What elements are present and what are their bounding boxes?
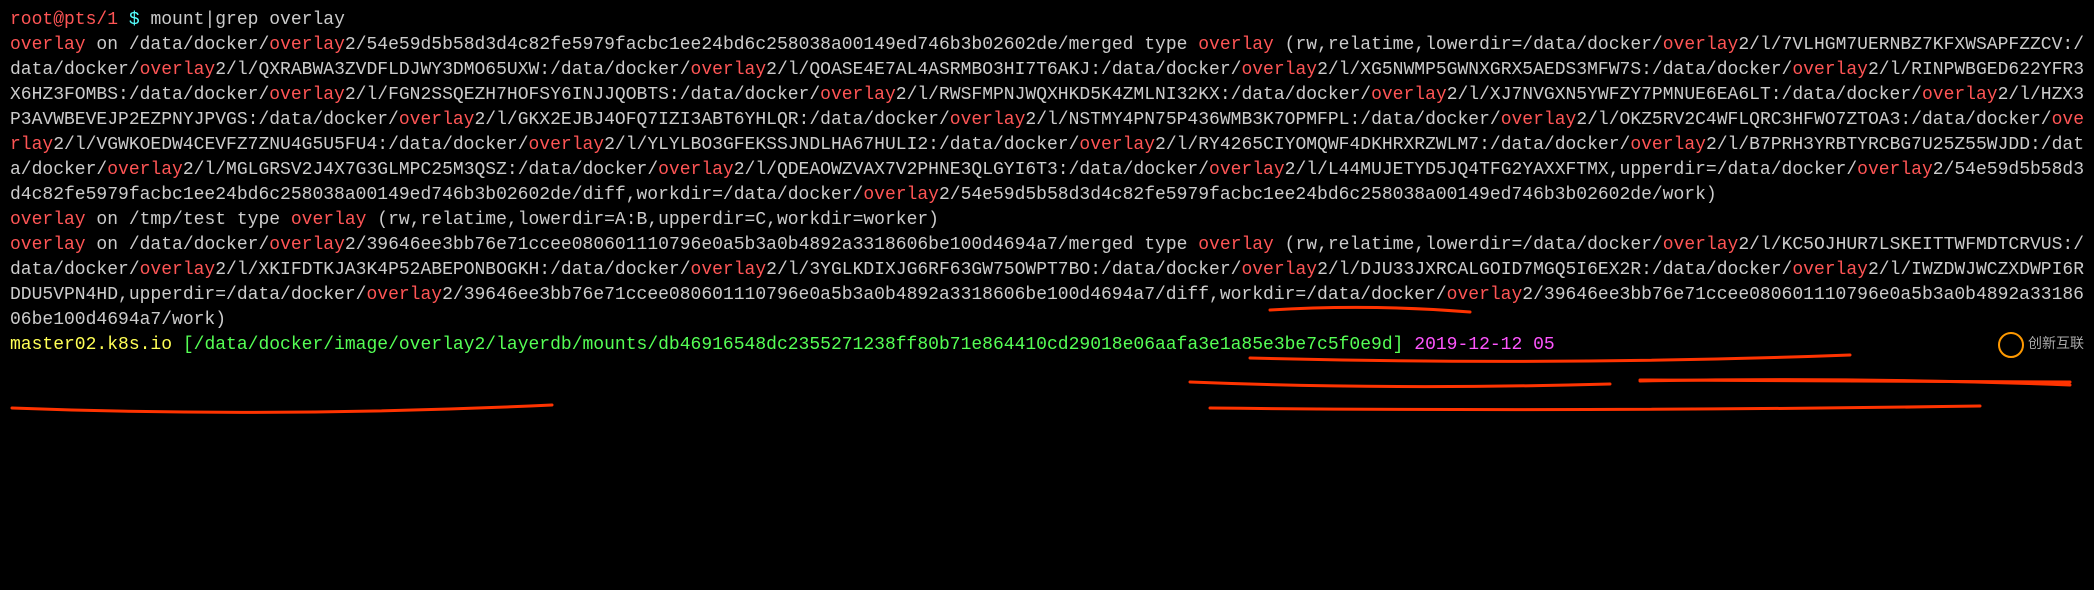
mount-text: (rw,relatime,lowerdir=/data/docker/ xyxy=(1274,235,1663,255)
grep-match: overlay xyxy=(1857,160,1933,180)
mount-text: 2/39646ee3bb76e71ccee080601110796e0a5b3a… xyxy=(345,235,1198,255)
prompt-timestamp: 2019-12-12 05 xyxy=(1414,335,1554,355)
mount-text: 2/l/FGN2SSQEZH7HOFSY6INJJQOBTS:/data/doc… xyxy=(345,85,820,105)
grep-match: overlay xyxy=(140,260,216,280)
grep-match: overlay xyxy=(269,35,345,55)
mount-text: 2/l/3YGLKDIXJG6RF63GW75OWPT7BO:/data/doc… xyxy=(766,260,1241,280)
grep-match: overlay xyxy=(691,260,767,280)
grep-match: overlay xyxy=(1663,35,1739,55)
grep-match: overlay xyxy=(366,285,442,305)
mount-text: 2/l/MGLGRSV2J4X7G3GLMPC25M3QSZ:/data/doc… xyxy=(183,160,658,180)
mount-text: 2/54e59d5b58d3d4c82fe5979facbc1ee24bd6c2… xyxy=(345,35,1198,55)
mount-text: 2/l/XG5NWMP5GWNXGRX5AEDS3MFW7S:/data/doc… xyxy=(1317,60,1792,80)
mount-text: (rw,relatime,lowerdir=A:B,upperdir=C,wor… xyxy=(366,210,939,230)
terminal-output[interactable]: root@pts/1 $ mount|grep overlay overlay … xyxy=(10,8,2084,358)
prompt-user: root@pts/1 xyxy=(10,10,118,30)
grep-match: overlay xyxy=(1079,135,1155,155)
grep-match: overlay xyxy=(658,160,734,180)
mount-text: 2/l/NSTMY4PN75P436WMB3K7OPMFPL:/data/doc… xyxy=(1025,110,1500,130)
mount-text: 2/l/XJ7NVGXN5YWFZY7PMNUE6EA6LT:/data/doc… xyxy=(1447,85,1922,105)
grep-match: overlay xyxy=(1241,60,1317,80)
mount-text: 2/l/VGWKOEDW4CEVFZ7ZNU4G5U5FU4:/data/doc… xyxy=(53,135,528,155)
mount-text: 2/l/DJU33JXRCALGOID7MGQ5I6EX2R:/data/doc… xyxy=(1317,260,1792,280)
prompt-command: mount|grep overlay xyxy=(150,10,344,30)
mount-text: on /data/docker/ xyxy=(86,235,270,255)
grep-match: overlay xyxy=(1209,160,1285,180)
mount-text: (rw,relatime,lowerdir=/data/docker/ xyxy=(1274,35,1663,55)
mount-text: 2/l/QDEAOWZVAX7V2PHNE3QLGYI6T3:/data/doc… xyxy=(734,160,1209,180)
mount-text: 2/l/YLYLBO3GFEKSSJNDLHA67HULI2:/data/doc… xyxy=(604,135,1079,155)
mount-text: 2/l/GKX2EJBJ4OFQ7IZI3ABT6YHLQR:/data/doc… xyxy=(475,110,950,130)
grep-match: overlay xyxy=(529,135,605,155)
grep-match: overlay xyxy=(950,110,1026,130)
grep-match: overlay xyxy=(140,60,216,80)
watermark: 创新互联 xyxy=(1998,332,2084,358)
watermark-logo-icon xyxy=(1998,332,2024,358)
grep-match: overlay xyxy=(820,85,896,105)
grep-match: overlay xyxy=(269,85,345,105)
grep-match: overlay xyxy=(1922,85,1998,105)
grep-match: overlay xyxy=(1792,260,1868,280)
mount-text: 2/39646ee3bb76e71ccee080601110796e0a5b3a… xyxy=(442,285,1447,305)
mount-text: 2/54e59d5b58d3d4c82fe5979facbc1ee24bd6c2… xyxy=(939,185,1717,205)
grep-match: overlay xyxy=(691,60,767,80)
grep-match: overlay xyxy=(1447,285,1523,305)
mount-text: 2/l/QXRABWA3ZVDFLDJWY3DMO65UXW:/data/doc… xyxy=(215,60,690,80)
prompt-sep: $ xyxy=(118,10,150,30)
grep-match: overlay xyxy=(1198,35,1274,55)
grep-match: overlay xyxy=(1501,110,1577,130)
watermark-text: 创新互联 xyxy=(2028,333,2084,358)
grep-match: overlay xyxy=(269,235,345,255)
grep-match: overlay xyxy=(399,110,475,130)
grep-match: overlay xyxy=(107,160,183,180)
grep-match: overlay xyxy=(863,185,939,205)
mount-text: 2/l/QOASE4E7AL4ASRMBO3HI7T6AKJ:/data/doc… xyxy=(766,60,1241,80)
grep-match: overlay xyxy=(1630,135,1706,155)
grep-match: overlay xyxy=(10,235,86,255)
grep-match: overlay xyxy=(1241,260,1317,280)
mount-text: 2/l/RY4265CIYOMQWF4DKHRXRZWLM7:/data/doc… xyxy=(1155,135,1630,155)
grep-match: overlay xyxy=(1663,235,1739,255)
prompt-path: [/data/docker/image/overlay2/layerdb/mou… xyxy=(183,335,1404,355)
grep-match: overlay xyxy=(1198,235,1274,255)
mount-text: on /tmp/test type xyxy=(86,210,291,230)
grep-match: overlay xyxy=(291,210,367,230)
mount-text: 2/l/L44MUJETYD5JQ4TFG2YAXXFTMX,upperdir=… xyxy=(1285,160,1858,180)
mount-text: 2/l/OKZ5RV2C4WFLQRC3HFWO7ZTOA3:/data/doc… xyxy=(1576,110,2051,130)
grep-match: overlay xyxy=(1792,60,1868,80)
grep-match: overlay xyxy=(10,35,86,55)
mount-text: on /data/docker/ xyxy=(86,35,270,55)
grep-match: overlay xyxy=(10,210,86,230)
prompt-host: master02.k8s.io xyxy=(10,335,172,355)
mount-text: 2/l/RWSFMPNJWQXHKD5K4ZMLNI32KX:/data/doc… xyxy=(896,85,1371,105)
grep-match: overlay xyxy=(1371,85,1447,105)
mount-text: 2/l/XKIFDTKJA3K4P52ABEPONBOGKH:/data/doc… xyxy=(215,260,690,280)
